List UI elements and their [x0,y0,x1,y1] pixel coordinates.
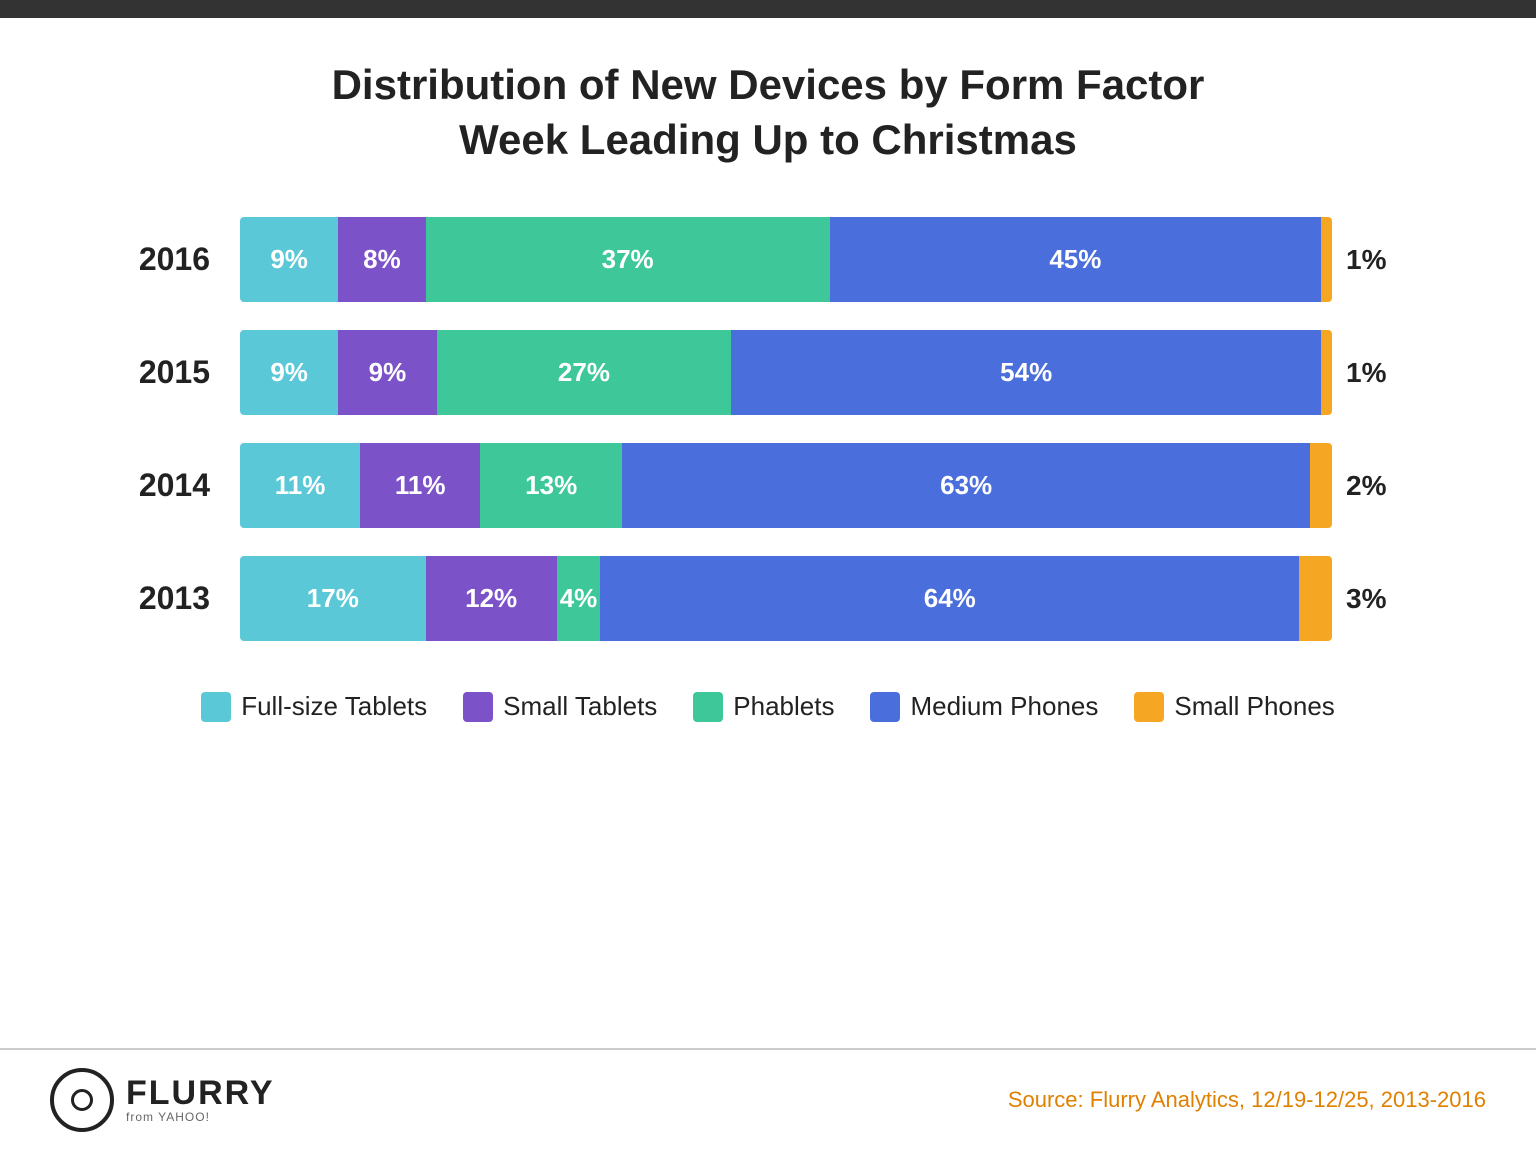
legend-item: Phablets [693,691,834,722]
bar-segment: 13% [480,443,622,528]
bar-segment [1310,443,1332,528]
bar-segment: 63% [622,443,1310,528]
bar-track: 17%12%4%64% [240,556,1332,641]
bar-segment: 11% [360,443,480,528]
legend-swatch [1134,692,1164,722]
bar-segment: 4% [557,556,601,641]
bar-segment: 12% [426,556,557,641]
legend-swatch [463,692,493,722]
year-label: 2014 [120,467,210,504]
bar-row: 2013 17%12%4%64% 3% [120,556,1416,641]
legend-label: Phablets [733,691,834,722]
flurry-sub: from YAHOO! [126,1110,275,1124]
legend-swatch [201,692,231,722]
bar-segment: 45% [830,217,1321,302]
bar-segment: 9% [240,217,338,302]
bar-segment [1321,217,1332,302]
chart-container: Distribution of New Devices by Form Fact… [0,18,1536,742]
bar-segment: 27% [437,330,732,415]
bar-segment: 9% [338,330,436,415]
bar-segment: 54% [731,330,1321,415]
year-label: 2016 [120,241,210,278]
bar-track: 9%8%37%45% [240,217,1332,302]
legend-item: Small Phones [1134,691,1334,722]
bar-track: 11%11%13%63% [240,443,1332,528]
year-label: 2013 [120,580,210,617]
legend-label: Medium Phones [910,691,1098,722]
legend-item: Medium Phones [870,691,1098,722]
bar-row: 20159%9%27%54%1% [120,330,1416,415]
bar-row: 201411%11%13%63%2% [120,443,1416,528]
legend-swatch [693,692,723,722]
bar-row: 2016 9%8%37%45% 1% [120,217,1416,302]
flurry-logo: FLURRY from YAHOO! [50,1068,275,1132]
end-label: 1% [1346,244,1416,276]
legend-item: Small Tablets [463,691,657,722]
bar-segment [1321,330,1332,415]
end-label: 2% [1346,470,1416,502]
bar-track: 9%9%27%54% [240,330,1332,415]
legend-swatch [870,692,900,722]
bar-segment: 9% [240,330,338,415]
chart-title: Distribution of New Devices by Form Fact… [80,58,1456,167]
source-text: Source: Flurry Analytics, 12/19-12/25, 2… [1008,1087,1486,1113]
flurry-text: FLURRY from YAHOO! [126,1076,275,1124]
bar-segment: 37% [426,217,830,302]
title-line1: Distribution of New Devices by Form Fact… [80,58,1456,113]
bar-segment: 8% [338,217,425,302]
flurry-inner-circle [71,1089,93,1111]
bar-segment: 64% [600,556,1299,641]
flurry-brand: FLURRY [126,1076,275,1110]
bar-segment: 11% [240,443,360,528]
bar-segment: 17% [240,556,426,641]
flurry-circle-icon [50,1068,114,1132]
end-label: 1% [1346,357,1416,389]
legend-label: Small Tablets [503,691,657,722]
title-line2: Week Leading Up to Christmas [80,113,1456,168]
footer: FLURRY from YAHOO! Source: Flurry Analyt… [0,1048,1536,1150]
legend-label: Full-size Tablets [241,691,427,722]
year-label: 2015 [120,354,210,391]
bar-segment [1299,556,1332,641]
top-bar [0,0,1536,18]
end-label: 3% [1346,583,1416,615]
legend-label: Small Phones [1174,691,1334,722]
legend-item: Full-size Tablets [201,691,427,722]
bars-section: 20169%8%37%45%1%20159%9%27%54%1%201411%1… [120,217,1416,641]
legend: Full-size Tablets Small Tablets Phablets Me… [80,691,1456,722]
